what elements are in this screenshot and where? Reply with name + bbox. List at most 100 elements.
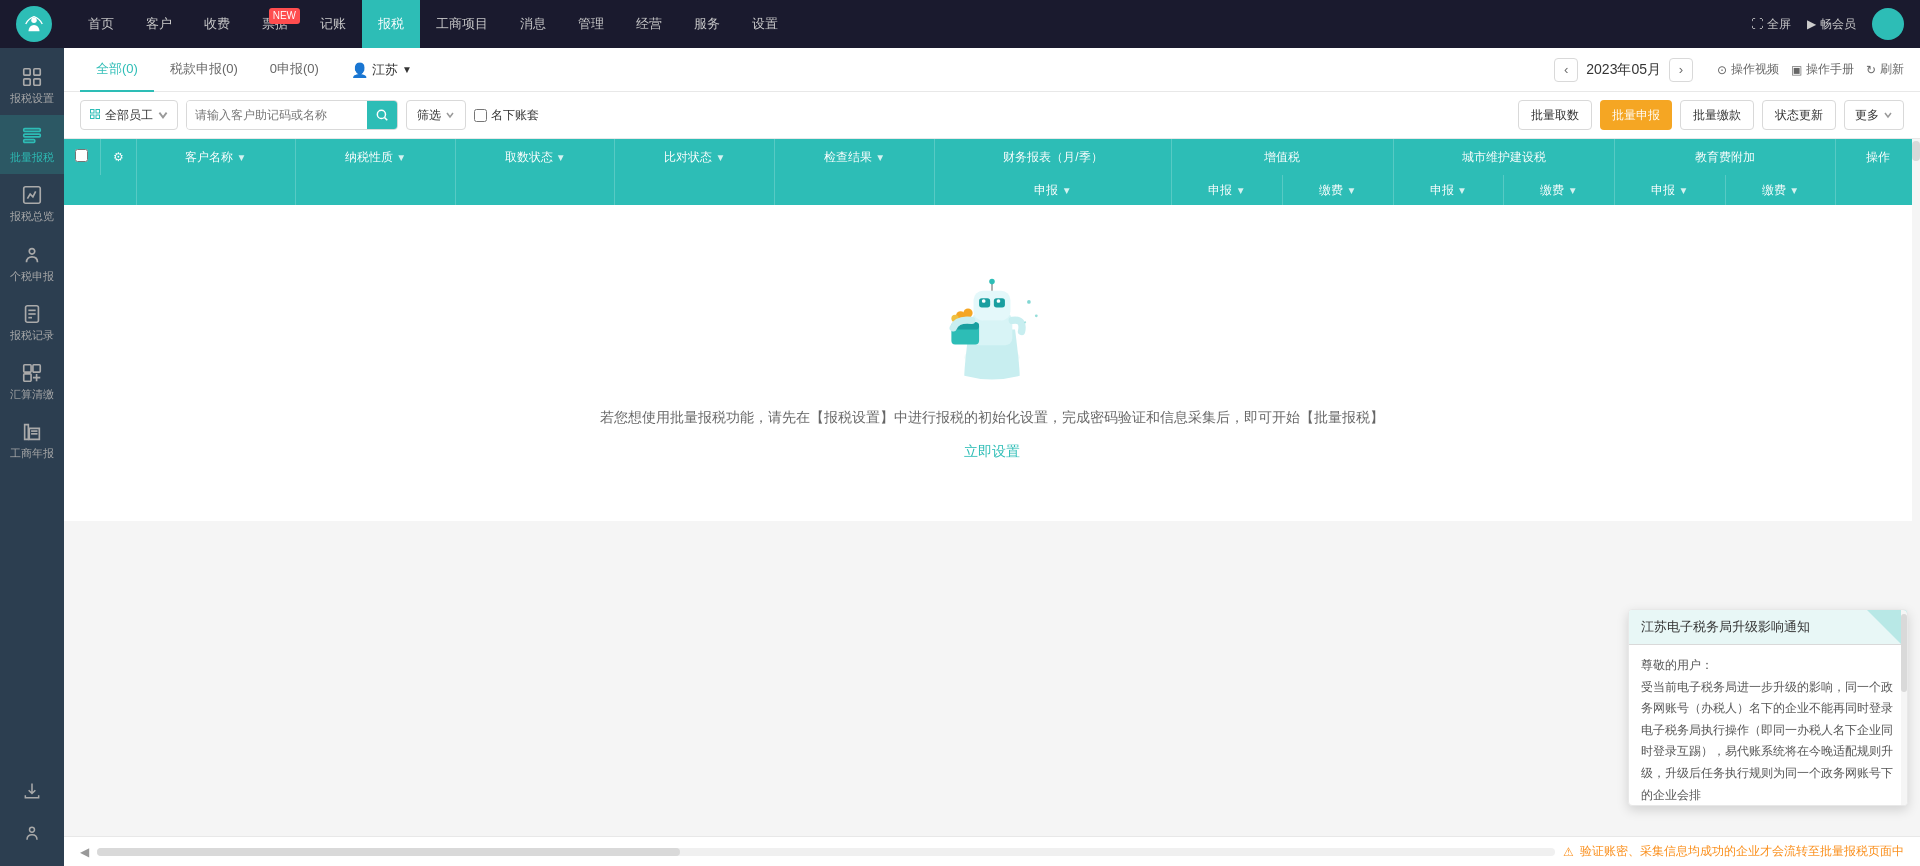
svg-point-31 bbox=[982, 299, 986, 303]
op-video-btn[interactable]: ⊙ 操作视频 bbox=[1717, 61, 1779, 78]
op-manual-btn[interactable]: ▣ 操作手册 bbox=[1791, 61, 1854, 78]
search-button[interactable] bbox=[367, 100, 397, 130]
empty-state: 若您想使用批量报税功能，请先在【报税设置】中进行报税的初始化设置，完成密码验证和… bbox=[64, 205, 1920, 521]
filter-icon[interactable]: ▼ bbox=[1457, 185, 1467, 196]
sidebar-item-personal-tax[interactable]: 个税申报 bbox=[0, 234, 64, 293]
fullscreen-btn[interactable]: ⛶ 全屏 bbox=[1751, 16, 1791, 33]
nav-item-home[interactable]: 首页 bbox=[72, 0, 130, 48]
filter-icon[interactable]: ▼ bbox=[1062, 185, 1072, 196]
th-action: 操作 bbox=[1836, 139, 1920, 175]
table-vertical-scrollbar[interactable] bbox=[1912, 139, 1920, 836]
filter-icon[interactable]: ▼ bbox=[1678, 185, 1688, 196]
th-city-maintenance: 城市维护建设税 bbox=[1393, 139, 1614, 175]
sub-th-empty4 bbox=[455, 175, 615, 205]
filter-icon[interactable]: ▼ bbox=[716, 152, 726, 163]
prev-month-btn[interactable]: ‹ bbox=[1554, 58, 1578, 82]
month-selector: ‹ 2023年05月 › bbox=[1554, 58, 1693, 82]
batch-declare-btn[interactable]: 批量申报 bbox=[1600, 100, 1672, 130]
filter-btn[interactable]: 筛选 bbox=[406, 100, 466, 130]
filter-icon[interactable]: ▼ bbox=[1568, 185, 1578, 196]
nav-item-billing[interactable]: 收费 bbox=[188, 0, 246, 48]
scroll-left-icon[interactable]: ◀ bbox=[80, 845, 89, 859]
sidebar-user[interactable] bbox=[0, 812, 64, 854]
sidebar-item-tax-summary[interactable]: 报税总览 bbox=[0, 174, 64, 233]
sidebar-item-tax-settings[interactable]: 报税设置 bbox=[0, 56, 64, 115]
nav-items: 首页客户收费票据NEW记账报税工商项目消息管理经营服务设置 bbox=[72, 0, 1751, 48]
nav-item-invoice[interactable]: 票据NEW bbox=[246, 0, 304, 48]
sub-th-finance-declare[interactable]: 申报 ▼ bbox=[934, 175, 1171, 205]
sub-th-edu-declare[interactable]: 申报 ▼ bbox=[1614, 175, 1725, 205]
filter-icon[interactable]: ▼ bbox=[237, 152, 247, 163]
sub-th-edu-pay[interactable]: 缴费 ▼ bbox=[1725, 175, 1836, 205]
notif-scrollbar-thumb[interactable] bbox=[1901, 614, 1907, 692]
th-customer-label: 客户名称 bbox=[185, 150, 236, 164]
th-fetch-status: 取数状态 ▼ bbox=[455, 139, 615, 175]
batch-pay-btn[interactable]: 批量缴款 bbox=[1680, 100, 1754, 130]
tab-zero-declare[interactable]: 0申报(0) bbox=[254, 48, 335, 92]
filter-icon[interactable]: ▼ bbox=[875, 152, 885, 163]
setup-link[interactable]: 立即设置 bbox=[964, 443, 1020, 461]
refresh-btn[interactable]: ↻ 刷新 bbox=[1866, 61, 1904, 78]
filter-icon[interactable]: ▼ bbox=[1346, 185, 1356, 196]
scroll-thumb[interactable] bbox=[97, 848, 680, 856]
filter-icon[interactable]: ▼ bbox=[1789, 185, 1799, 196]
nav-item-tax[interactable]: 报税 bbox=[362, 0, 420, 48]
scrollbar-thumb[interactable] bbox=[1912, 141, 1920, 161]
sub-th-empty3 bbox=[296, 175, 456, 205]
checkbox-header[interactable] bbox=[64, 139, 100, 175]
sidebar-item-tax-record[interactable]: 报税记录 bbox=[0, 293, 64, 352]
nav-item-bizproject[interactable]: 工商项目 bbox=[420, 0, 504, 48]
named-account-checkbox[interactable] bbox=[474, 109, 487, 122]
sidebar-item-reconcile[interactable]: 汇算清缴 bbox=[0, 352, 64, 411]
svg-rect-2 bbox=[34, 69, 40, 75]
batch-fetch-btn[interactable]: 批量取数 bbox=[1518, 100, 1592, 130]
svg-rect-20 bbox=[91, 109, 95, 113]
avatar[interactable] bbox=[1872, 8, 1904, 40]
nav-item-accounting[interactable]: 记账 bbox=[304, 0, 362, 48]
filter-icon[interactable]: ▼ bbox=[556, 152, 566, 163]
sidebar-item-biz-report[interactable]: 工商年报 bbox=[0, 411, 64, 470]
named-account-checkbox-label[interactable]: 名下账套 bbox=[474, 107, 539, 124]
status-update-btn[interactable]: 状态更新 bbox=[1762, 100, 1836, 130]
manual-icon: ▣ bbox=[1791, 63, 1802, 77]
next-month-btn[interactable]: › bbox=[1669, 58, 1693, 82]
nav-item-message[interactable]: 消息 bbox=[504, 0, 562, 48]
search-input[interactable] bbox=[187, 101, 367, 129]
nav-item-manage[interactable]: 管理 bbox=[562, 0, 620, 48]
nav-item-service[interactable]: 服务 bbox=[678, 0, 736, 48]
gear-header[interactable]: ⚙ bbox=[100, 139, 136, 175]
vip-btn[interactable]: ▶ 畅会员 bbox=[1807, 16, 1856, 33]
sidebar-item-batch-tax[interactable]: 批量报税 bbox=[0, 115, 64, 174]
sub-th-city-pay[interactable]: 缴费 ▼ bbox=[1504, 175, 1615, 205]
vip-icon: ▶ bbox=[1807, 17, 1816, 31]
logo[interactable] bbox=[16, 6, 52, 42]
horizontal-scrollbar[interactable] bbox=[97, 848, 1555, 856]
tax-settings-label: 报税设置 bbox=[10, 92, 54, 105]
gear-icon[interactable]: ⚙ bbox=[113, 150, 124, 164]
tab-all[interactable]: 全部(0) bbox=[80, 48, 154, 92]
nav-item-settings[interactable]: 设置 bbox=[736, 0, 794, 48]
filter-icon[interactable]: ▼ bbox=[396, 152, 406, 163]
svg-point-9 bbox=[29, 248, 35, 254]
employee-select[interactable]: 全部员工 bbox=[80, 100, 178, 130]
more-btn[interactable]: 更多 bbox=[1844, 100, 1904, 130]
tab-tax-declare[interactable]: 税款申报(0) bbox=[154, 48, 254, 92]
sub-th-vat-declare[interactable]: 申报 ▼ bbox=[1172, 175, 1283, 205]
sub-th-empty5 bbox=[615, 175, 775, 205]
search-field[interactable] bbox=[186, 100, 398, 130]
sub-th-vat-pay[interactable]: 缴费 ▼ bbox=[1282, 175, 1393, 205]
th-vat: 增值税 bbox=[1172, 139, 1393, 175]
nav-item-customer[interactable]: 客户 bbox=[130, 0, 188, 48]
sidebar-download[interactable] bbox=[0, 770, 64, 812]
sub-th-city-declare[interactable]: 申报 ▼ bbox=[1393, 175, 1504, 205]
filter-icon[interactable]: ▼ bbox=[1236, 185, 1246, 196]
tab-right-actions: ⊙ 操作视频 ▣ 操作手册 ↻ 刷新 bbox=[1717, 61, 1904, 78]
empty-row: 若您想使用批量报税功能，请先在【报税设置】中进行报税的初始化设置，完成密码验证和… bbox=[64, 205, 1920, 521]
th-check-result-label: 检查结果 bbox=[824, 150, 875, 164]
select-all-checkbox[interactable] bbox=[75, 149, 88, 162]
notif-scrollbar[interactable] bbox=[1901, 610, 1907, 805]
svg-rect-21 bbox=[96, 109, 100, 113]
region-selector[interactable]: 👤 江苏 ▼ bbox=[351, 61, 412, 79]
nav-item-operation[interactable]: 经营 bbox=[620, 0, 678, 48]
chevron-down-icon: ▼ bbox=[402, 64, 412, 75]
